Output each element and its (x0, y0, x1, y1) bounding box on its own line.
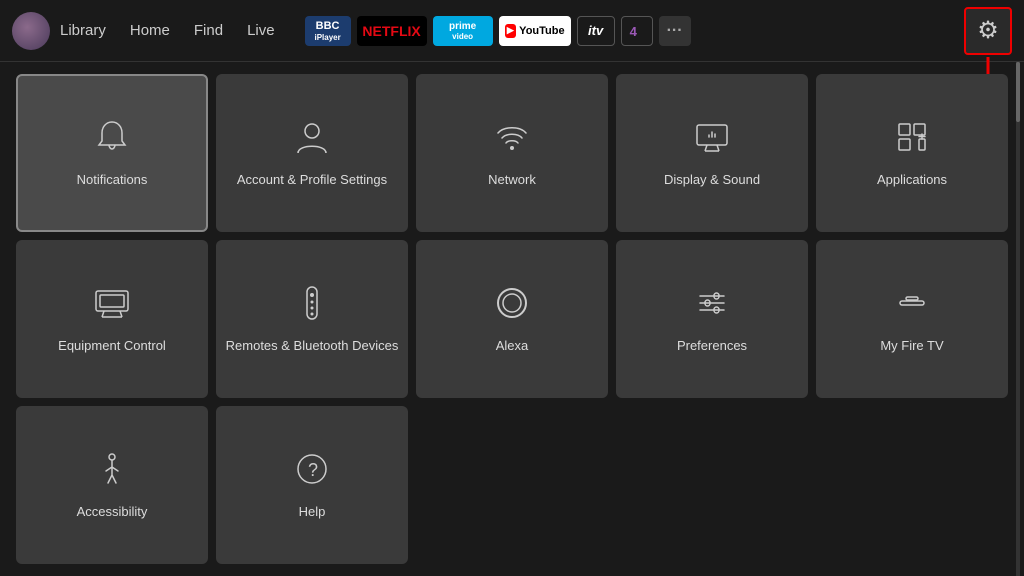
tile-alexa[interactable]: Alexa (416, 240, 608, 398)
svg-text:?: ? (308, 460, 318, 480)
tile-my-fire-tv[interactable]: My Fire TV (816, 240, 1008, 398)
app-itv[interactable]: itv (577, 16, 615, 46)
tile-equipment-control-label: Equipment Control (58, 338, 166, 355)
tile-accessibility-label: Accessibility (77, 504, 148, 521)
tile-alexa-label: Alexa (496, 338, 529, 355)
tile-remotes-bluetooth-label: Remotes & Bluetooth Devices (226, 338, 399, 355)
scrollbar-thumb (1016, 62, 1020, 122)
tile-applications-label: Applications (877, 172, 947, 189)
tile-preferences-label: Preferences (677, 338, 747, 355)
top-nav: Library Home Find Live BBC iPlayer NETFL… (0, 0, 1024, 62)
app-prime[interactable]: prime video (433, 16, 493, 46)
settings-grid: Notifications Account & Profile Settings… (0, 62, 1024, 576)
tile-equipment-control[interactable]: Equipment Control (16, 240, 208, 398)
tile-account-profile[interactable]: Account & Profile Settings (216, 74, 408, 232)
app-bbc[interactable]: BBC iPlayer (305, 16, 351, 46)
tile-applications[interactable]: Applications (816, 74, 1008, 232)
tile-my-fire-tv-label: My Fire TV (880, 338, 943, 355)
tile-account-label: Account & Profile Settings (237, 172, 387, 189)
nav-live[interactable]: Live (247, 22, 275, 39)
app-more[interactable]: ··· (659, 16, 691, 46)
tile-display-sound[interactable]: Display & Sound (616, 74, 808, 232)
gear-icon: ⚙ (977, 16, 999, 45)
scrollbar[interactable] (1016, 62, 1020, 576)
tile-notifications[interactable]: Notifications (16, 74, 208, 232)
svg-text:4: 4 (629, 23, 637, 38)
user-icon (292, 117, 332, 162)
wifi-icon (492, 117, 532, 162)
tile-remotes-bluetooth[interactable]: Remotes & Bluetooth Devices (216, 240, 408, 398)
nav-home[interactable]: Home (130, 22, 170, 39)
accessibility-icon (92, 449, 132, 494)
sliders-icon (692, 283, 732, 328)
app-shortcuts: BBC iPlayer NETFLIX prime video ▶ YouTub… (305, 16, 964, 46)
tile-help-label: Help (299, 504, 326, 521)
tv-icon (92, 283, 132, 328)
app-youtube[interactable]: ▶ YouTube (499, 16, 571, 46)
nav-find[interactable]: Find (194, 22, 223, 39)
tile-help[interactable]: ? Help (216, 406, 408, 564)
tile-network-label: Network (488, 172, 536, 189)
remote-icon (292, 283, 332, 328)
help-icon: ? (292, 449, 332, 494)
apps-icon (892, 117, 932, 162)
tile-notifications-label: Notifications (77, 172, 148, 189)
tile-display-sound-label: Display & Sound (664, 172, 760, 189)
alexa-icon (492, 283, 532, 328)
nav-library[interactable]: Library (60, 22, 106, 39)
bell-icon (92, 117, 132, 162)
app-netflix[interactable]: NETFLIX (357, 16, 427, 46)
settings-gear-button[interactable]: ⚙ (964, 7, 1012, 55)
firetv-icon (892, 283, 932, 328)
avatar[interactable] (12, 12, 50, 50)
display-icon (692, 117, 732, 162)
tile-accessibility[interactable]: Accessibility (16, 406, 208, 564)
nav-links: Library Home Find Live (60, 22, 275, 39)
tile-preferences[interactable]: Preferences (616, 240, 808, 398)
tile-network[interactable]: Network (416, 74, 608, 232)
app-channel4[interactable]: 4 (621, 16, 653, 46)
